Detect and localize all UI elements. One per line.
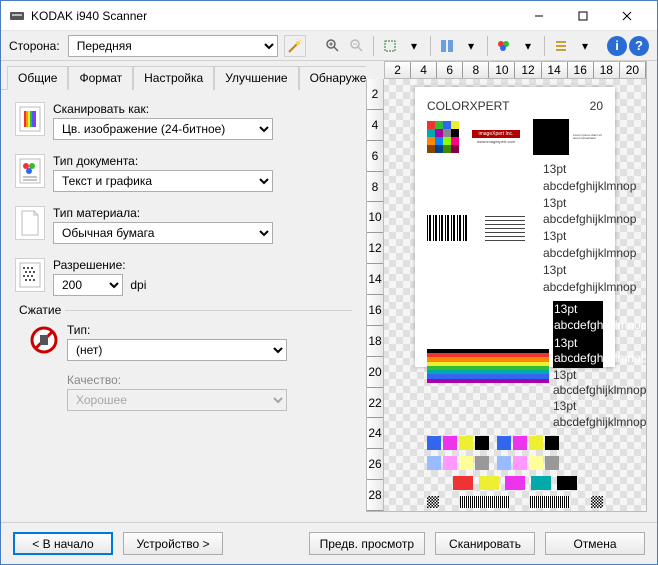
home-button[interactable]: < В начало [13,532,113,555]
auto-wand-button[interactable] [284,35,306,57]
tab-format[interactable]: Формат [68,66,133,90]
compression-type-label: Тип: [67,323,352,337]
compression-group: Сжатие Тип: (нет) Качество: Хорошее [15,310,352,411]
tab-adjust[interactable]: Настройка [133,66,214,90]
resolution-unit: dpi [130,278,146,292]
dropdown-4[interactable]: ▾ [575,36,595,56]
cancel-button[interactable]: Отмена [545,532,645,555]
device-button[interactable]: Устройство > [123,532,223,555]
side-label: Сторона: [9,39,60,53]
info-button[interactable]: i [607,36,627,56]
side-select[interactable]: Передняя [68,35,278,57]
material-select[interactable]: Обычная бумага [53,222,273,244]
preview-button[interactable]: Предв. просмотр [309,532,425,555]
dropdown-3[interactable]: ▾ [518,36,538,56]
preview-toolbar: ▾ ▾ ▾ ▾ [323,36,595,56]
compression-quality-select: Хорошее [67,389,287,411]
ruler-vertical: 246810121416182022242628 [366,79,384,512]
compression-group-label: Сжатие [15,303,65,317]
tab-enhance[interactable]: Улучшение [214,66,298,90]
doc-type-label: Тип документа: [53,154,352,168]
layout-button[interactable] [437,36,457,56]
scan-button[interactable]: Сканировать [435,532,535,555]
close-button[interactable] [605,2,649,30]
help-button[interactable]: ? [629,36,649,56]
tab-strip: Общие Формат Настройка Улучшение Обнаруж… [1,61,366,90]
material-icon [15,206,45,240]
doc-type-select[interactable]: Текст и графика [53,170,273,192]
color-button[interactable] [494,36,514,56]
top-toolbar: Сторона: Передняя ▾ ▾ ▾ ▾ i ? [1,31,657,61]
resolution-label: Разрешение: [53,258,352,272]
minimize-button[interactable] [517,2,561,30]
compression-quality-label: Качество: [67,373,352,387]
compression-icon [29,325,59,355]
maximize-button[interactable] [561,2,605,30]
list-button[interactable] [551,36,571,56]
material-label: Тип материала: [53,206,352,220]
preview-panel: 2468101214161820 24681012141618202224262… [366,61,657,522]
scan-as-select[interactable]: Цв. изображение (24-битное) [53,118,273,140]
doc-type-icon [15,154,45,188]
scan-as-icon [15,102,45,136]
resolution-select[interactable]: 200 [53,274,123,296]
compression-type-select[interactable]: (нет) [67,339,287,361]
resolution-icon [15,258,45,292]
preview-page: COLORXPERT 20 imageXpert Inc. www.imagex… [415,87,615,367]
scan-as-label: Сканировать как: [53,102,352,116]
app-icon [9,8,25,24]
titlebar: KODAK i940 Scanner [1,1,657,31]
window-title: KODAK i940 Scanner [31,9,517,23]
dropdown-1[interactable]: ▾ [404,36,424,56]
button-bar: < В начало Устройство > Предв. просмотр … [1,522,657,564]
zoom-in-icon[interactable] [323,36,343,56]
ruler-horizontal: 2468101214161820 [384,61,647,79]
rotate-button[interactable] [380,36,400,56]
preview-canvas[interactable]: COLORXPERT 20 imageXpert Inc. www.imagex… [384,79,647,512]
dropdown-2[interactable]: ▾ [461,36,481,56]
zoom-out-icon[interactable] [347,36,367,56]
settings-panel: Общие Формат Настройка Улучшение Обнаруж… [1,61,366,522]
tab-general[interactable]: Общие [7,66,68,90]
